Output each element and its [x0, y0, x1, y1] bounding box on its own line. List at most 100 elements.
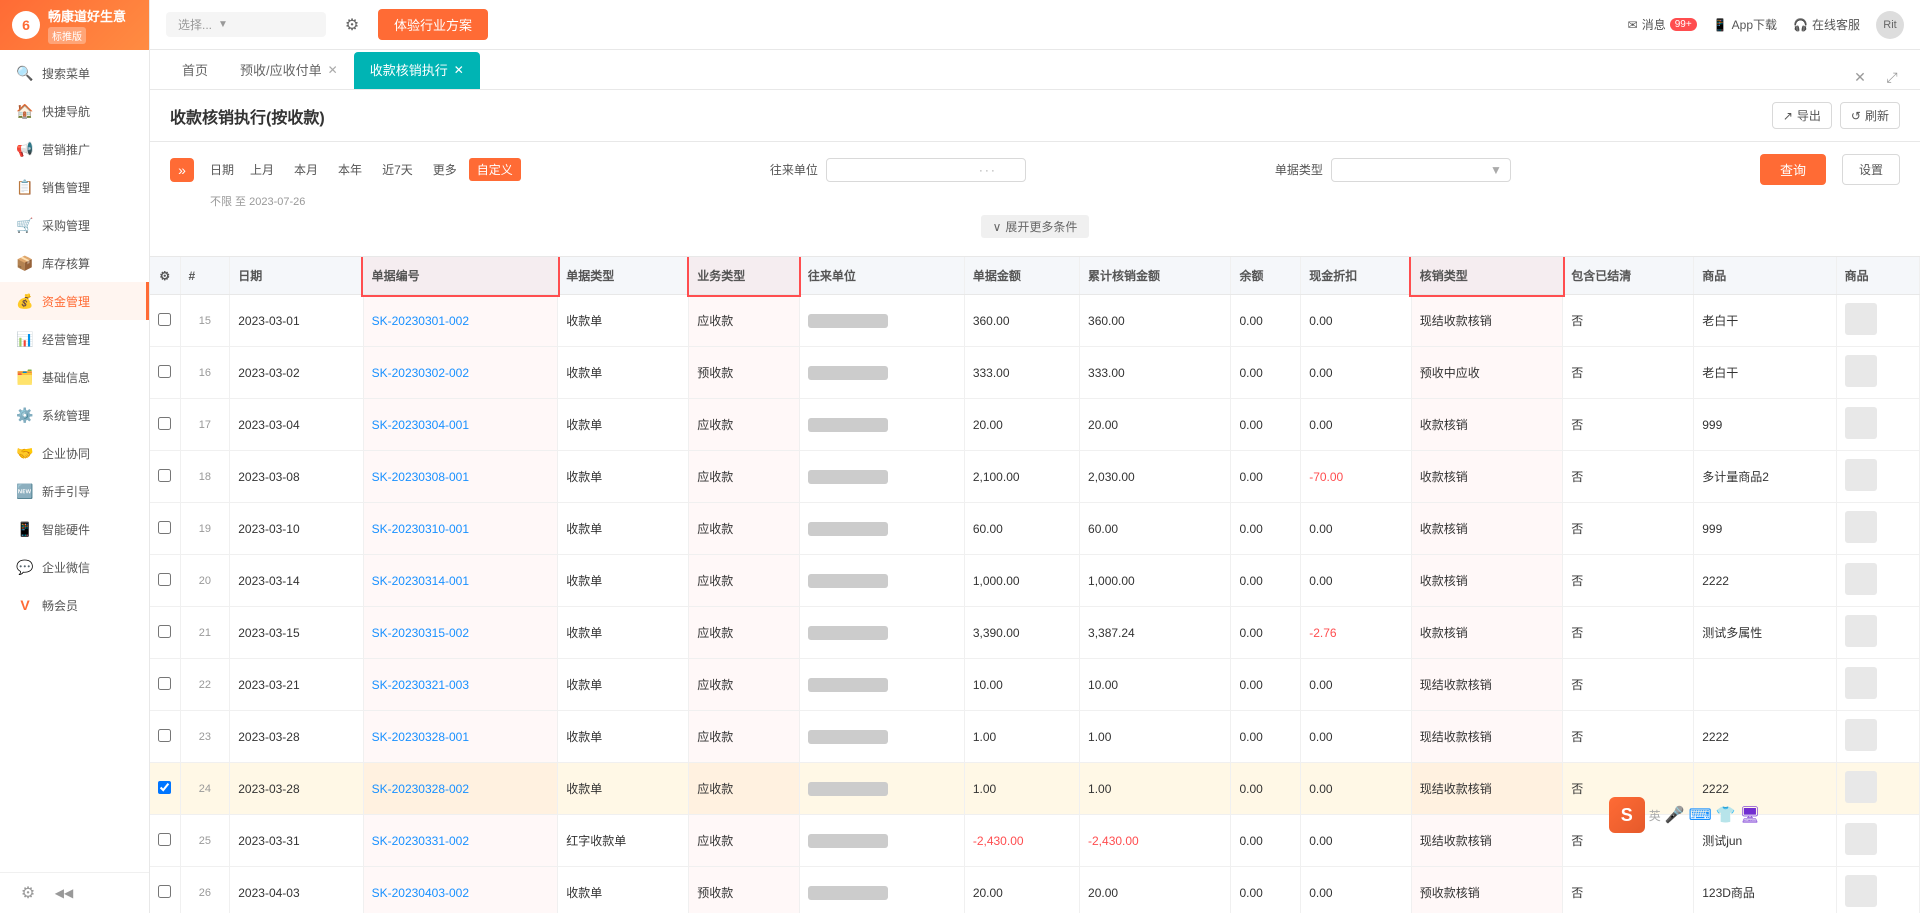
cell-include_settled: 否: [1563, 607, 1694, 659]
row-checkbox[interactable]: [158, 677, 171, 690]
export-btn[interactable]: ↗ 导出: [1772, 102, 1832, 129]
date-option-7days[interactable]: 近7天: [374, 158, 421, 181]
sidebar-item-finance[interactable]: 💰 资金管理: [0, 282, 149, 320]
cell-doc_no[interactable]: SK-20230302-002: [363, 347, 558, 399]
table-row[interactable]: 172023-03-04SK-20230304-001收款单应收款blur20.…: [150, 399, 1920, 451]
sidebar-item-system[interactable]: ⚙️ 系统管理: [0, 396, 149, 434]
tab-prepay[interactable]: 预收/应收付单 ✕: [224, 52, 354, 89]
close-window-icon[interactable]: ✕: [1848, 65, 1872, 89]
company-selector[interactable]: 选择... ▼: [166, 12, 326, 37]
receipt-type-select[interactable]: ▼: [1331, 158, 1511, 182]
tab-prepay-close[interactable]: ✕: [328, 63, 338, 77]
cell-doc_no[interactable]: SK-20230321-003: [363, 659, 558, 711]
expand-conditions-btn[interactable]: ∨ 展开更多条件: [981, 215, 1090, 238]
row-checkbox[interactable]: [158, 521, 171, 534]
col-doctype: 单据类型: [558, 257, 689, 295]
collapse-icon[interactable]: ◀◀: [52, 881, 76, 905]
table-row[interactable]: 192023-03-10SK-20230310-001收款单应收款blur60.…: [150, 503, 1920, 555]
cell-biz_type: 应收款: [689, 451, 800, 503]
user-avatar[interactable]: Rit: [1876, 11, 1904, 39]
page-header-actions: ↗ 导出 ↺ 刷新: [1772, 102, 1900, 129]
online-service-action[interactable]: 🎧 在线客服: [1793, 16, 1860, 33]
cell-doc_no[interactable]: SK-20230315-002: [363, 607, 558, 659]
sidebar-item-search[interactable]: 🔍 搜索菜单: [0, 54, 149, 92]
date-option-custom[interactable]: 自定义: [469, 158, 521, 181]
date-option-last-month[interactable]: 上月: [242, 158, 282, 181]
sidebar-item-quicknav[interactable]: 🏠 快捷导航: [0, 92, 149, 130]
table-row[interactable]: 162023-03-02SK-20230302-002收款单预收款blur333…: [150, 347, 1920, 399]
tab-collection-close[interactable]: ✕: [454, 63, 464, 77]
cell-doc_no[interactable]: SK-20230328-002: [363, 763, 558, 815]
sidebar-item-purchase[interactable]: 🛒 采购管理: [0, 206, 149, 244]
sidebar-item-marketing[interactable]: 📢 营销推广: [0, 130, 149, 168]
table-row[interactable]: 152023-03-01SK-20230301-002收款单应收款blur360…: [150, 295, 1920, 347]
topbar: 选择... ▼ ⚙ 体验行业方案 ✉ 消息 99+ 📱 App下载 🎧 在线客服…: [150, 0, 1920, 50]
goods-thumbnail: [1845, 615, 1877, 647]
table-row[interactable]: 202023-03-14SK-20230314-001收款单应收款blur1,0…: [150, 555, 1920, 607]
date-option-more[interactable]: 更多: [425, 158, 465, 181]
table-row[interactable]: 232023-03-28SK-20230328-001收款单应收款blur1.0…: [150, 711, 1920, 763]
table-row[interactable]: 222023-03-21SK-20230321-003收款单应收款blur10.…: [150, 659, 1920, 711]
cell-balance: 0.00: [1231, 295, 1301, 347]
page-title: 收款核销执行(按收款): [170, 104, 325, 128]
sidebar-footer: ⚙ ◀◀: [0, 872, 149, 913]
refresh-btn[interactable]: ↺ 刷新: [1840, 102, 1900, 129]
sidebar-item-basic[interactable]: 🗂️ 基础信息: [0, 358, 149, 396]
date-option-this-month[interactable]: 本月: [286, 158, 326, 181]
counterparty-input[interactable]: ···: [826, 158, 1026, 182]
sidebar-item-guide[interactable]: 🆕 新手引导: [0, 472, 149, 510]
row-checkbox[interactable]: [158, 313, 171, 326]
cell-doc_no[interactable]: SK-20230310-001: [363, 503, 558, 555]
filter-setting-btn[interactable]: 设置: [1842, 154, 1900, 185]
tab-home[interactable]: 首页: [166, 52, 224, 89]
table-row[interactable]: 262023-04-03SK-20230403-002收款单预收款blur20.…: [150, 867, 1920, 913]
cell-doc_no[interactable]: SK-20230331-002: [363, 815, 558, 867]
row-checkbox[interactable]: [158, 729, 171, 742]
cell-doc_no[interactable]: SK-20230304-001: [363, 399, 558, 451]
row-checkbox[interactable]: [158, 417, 171, 430]
goods-thumbnail: [1845, 355, 1877, 387]
date-option-this-year[interactable]: 本年: [330, 158, 370, 181]
sidebar-item-hardware[interactable]: 📱 智能硬件: [0, 510, 149, 548]
cell-cash_discount: 0.00: [1301, 659, 1412, 711]
sidebar-item-wechat[interactable]: 💬 企业微信: [0, 548, 149, 586]
col-rownum: #: [180, 257, 230, 295]
row-checkbox[interactable]: [158, 469, 171, 482]
cell-doc_no[interactable]: SK-20230328-001: [363, 711, 558, 763]
cell-doc_no[interactable]: SK-20230301-002: [363, 295, 558, 347]
filter-toggle-btn[interactable]: »: [170, 158, 194, 182]
solution-btn[interactable]: 体验行业方案: [378, 9, 488, 40]
row-checkbox[interactable]: [158, 885, 171, 898]
cell-doc_no[interactable]: SK-20230308-001: [363, 451, 558, 503]
cell-counterparty: blur: [799, 659, 964, 711]
goods-thumbnail: [1845, 563, 1877, 595]
query-btn[interactable]: 查询: [1760, 154, 1826, 185]
app-download-action[interactable]: 📱 App下载: [1713, 16, 1777, 33]
row-checkbox[interactable]: [158, 365, 171, 378]
col-balance: 余额: [1231, 257, 1301, 295]
sidebar-item-enterprise[interactable]: 🤝 企业协同: [0, 434, 149, 472]
counterparty-text-input[interactable]: [835, 163, 975, 177]
cell-writeoff_type: 现结收款核销: [1411, 815, 1562, 867]
row-checkbox[interactable]: [158, 833, 171, 846]
tab-collection[interactable]: 收款核销执行 ✕: [354, 52, 480, 89]
settings-footer-icon[interactable]: ⚙: [16, 881, 40, 905]
row-checkbox[interactable]: [158, 625, 171, 638]
topbar-gear-icon[interactable]: ⚙: [338, 11, 366, 39]
table-row[interactable]: 182023-03-08SK-20230308-001收款单应收款blur2,1…: [150, 451, 1920, 503]
message-action[interactable]: ✉ 消息 99+: [1628, 16, 1697, 33]
row-checkbox[interactable]: [158, 781, 171, 794]
maximize-icon[interactable]: ⤢: [1880, 65, 1904, 89]
counterparty-dots[interactable]: ···: [979, 163, 997, 177]
receipt-type-filter-group: 单据类型 ▼: [1275, 158, 1511, 182]
cell-doc_no[interactable]: SK-20230314-001: [363, 555, 558, 607]
sidebar-item-member[interactable]: V 畅会员: [0, 586, 149, 624]
sidebar-item-inventory[interactable]: 📦 库存核算: [0, 244, 149, 282]
table-row[interactable]: 212023-03-15SK-20230315-002收款单应收款blur3,3…: [150, 607, 1920, 659]
box-icon: 📦: [16, 254, 34, 272]
col-setting[interactable]: ⚙: [150, 257, 180, 295]
sidebar-item-sales[interactable]: 📋 销售管理: [0, 168, 149, 206]
cell-doc_no[interactable]: SK-20230403-002: [363, 867, 558, 913]
sidebar-item-operations[interactable]: 📊 经营管理: [0, 320, 149, 358]
row-checkbox[interactable]: [158, 573, 171, 586]
